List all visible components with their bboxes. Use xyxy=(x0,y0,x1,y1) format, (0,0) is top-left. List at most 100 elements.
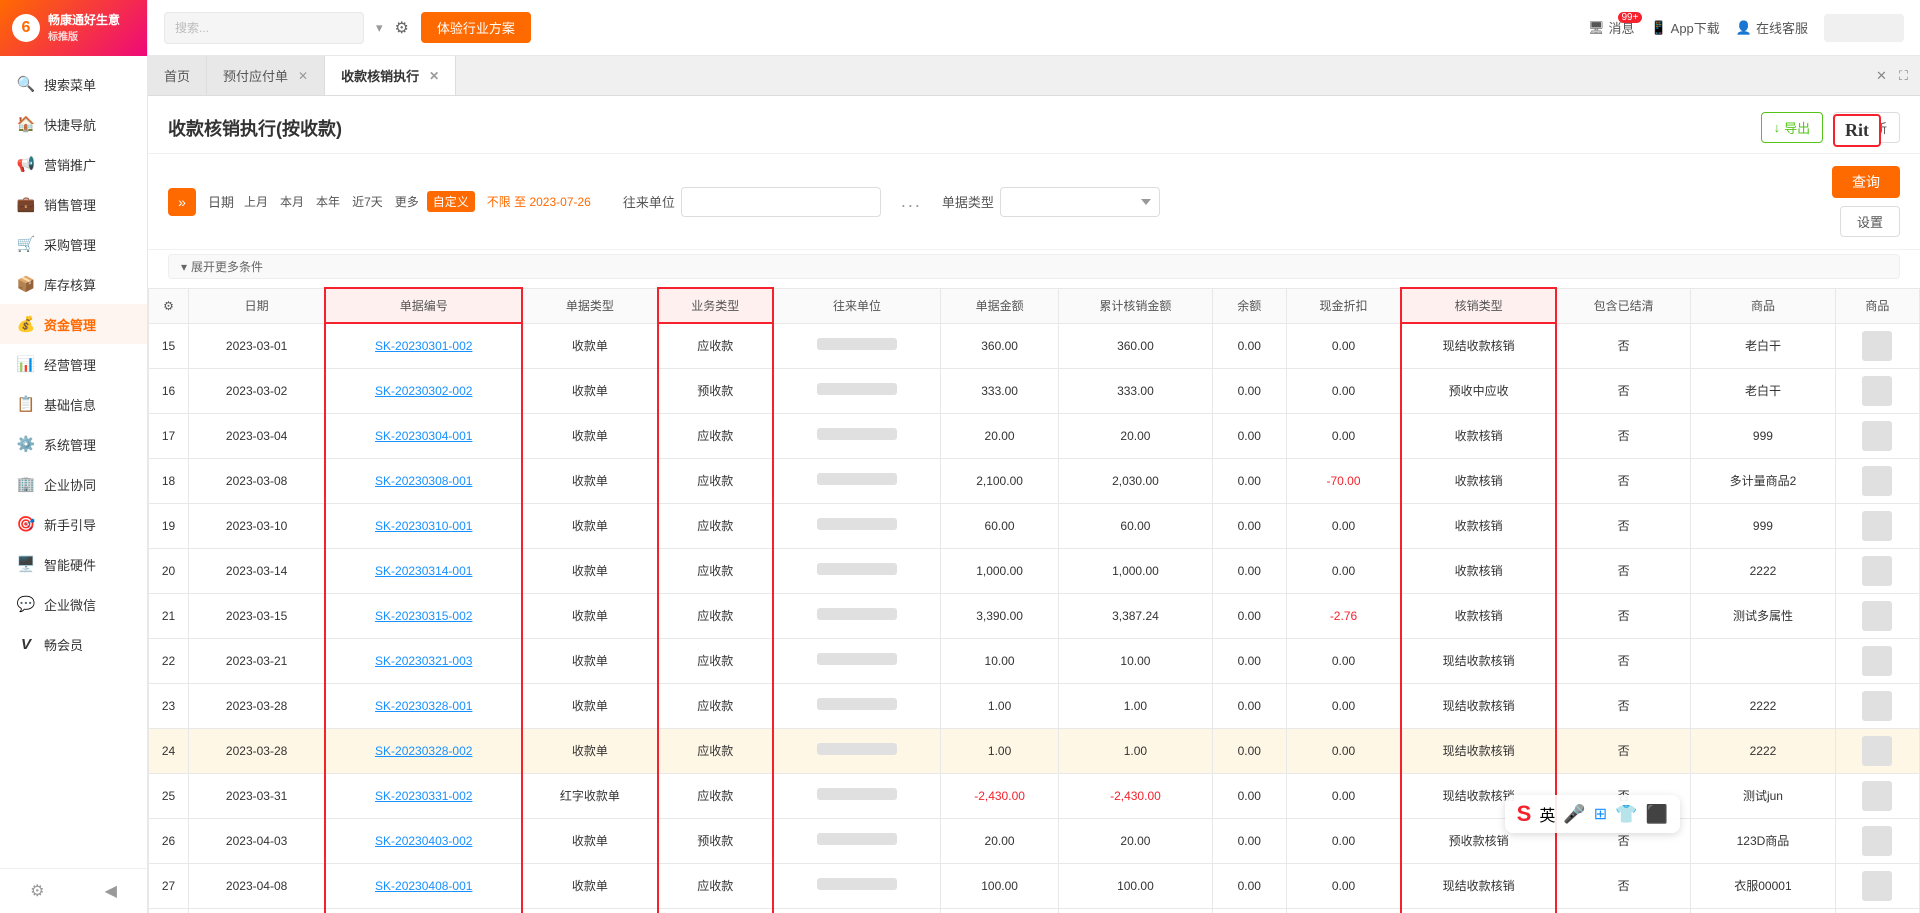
prepay-tab-label: 预付应付单 xyxy=(223,66,288,85)
bill-no-link[interactable]: SK-20230328-001 xyxy=(375,699,472,713)
th-partner[interactable]: 往来单位 xyxy=(773,288,940,323)
filter-expand-button[interactable]: » xyxy=(168,188,196,216)
td-amount: 20.00 xyxy=(940,818,1058,863)
settings-button[interactable]: 设置 xyxy=(1840,206,1900,237)
sidebar-label-operation: 经营管理 xyxy=(44,355,96,374)
online-service[interactable]: 👤 在线客服 xyxy=(1736,18,1808,37)
query-button[interactable]: 查询 xyxy=(1832,166,1900,198)
settings-bottom-icon[interactable]: ⚙ xyxy=(30,881,44,901)
bill-no-link[interactable]: SK-20230321-003 xyxy=(375,654,472,668)
sidebar-item-finance[interactable]: 💰 资金管理 xyxy=(0,304,147,344)
topbar-search-placeholder: 搜索... xyxy=(175,19,209,36)
th-amount[interactable]: 单据金额 xyxy=(940,288,1058,323)
td-no: 16 xyxy=(149,368,189,413)
sidebar-item-enterprise[interactable]: 🏢 企业协同 xyxy=(0,464,147,504)
td-balance: 0.00 xyxy=(1212,773,1286,818)
filter-action-btns: 查询 设置 xyxy=(1832,166,1900,237)
chevron-down-icon: ▾ xyxy=(181,260,187,274)
table-row: 28 2023-04-18 SK-20230418-001 收款单 应收款 10… xyxy=(149,908,1920,913)
th-cash-discount[interactable]: 现金折扣 xyxy=(1286,288,1401,323)
sidebar-item-hardware[interactable]: 🖥️ 智能硬件 xyxy=(0,544,147,584)
td-no: 23 xyxy=(149,683,189,728)
bill-no-link[interactable]: SK-20230310-001 xyxy=(375,519,472,533)
solution-button[interactable]: 体验行业方案 xyxy=(421,12,531,43)
bill-no-link[interactable]: SK-20230331-002 xyxy=(375,789,472,803)
bill-no-link[interactable]: SK-20230403-002 xyxy=(375,834,472,848)
this-month-btn[interactable]: 本月 xyxy=(276,191,308,212)
td-bill-type: 红字收款单 xyxy=(522,773,657,818)
td-no: 27 xyxy=(149,863,189,908)
gear-icon[interactable]: ⚙ xyxy=(395,18,409,38)
sidebar-item-base[interactable]: 📋 基础信息 xyxy=(0,384,147,424)
td-cum-cancel: 60.00 xyxy=(1059,503,1212,548)
td-cash-discount: 0.00 xyxy=(1286,908,1401,913)
bill-no-link[interactable]: SK-20230408-001 xyxy=(375,879,472,893)
this-year-btn[interactable]: 本年 xyxy=(312,191,344,212)
sidebar-item-search[interactable]: 🔍 搜索菜单 xyxy=(0,64,147,104)
th-product2[interactable]: 商品 xyxy=(1835,288,1919,323)
sidebar-item-system[interactable]: ⚙️ 系统管理 xyxy=(0,424,147,464)
sidebar-item-marketing[interactable]: 📢 营销推广 xyxy=(0,144,147,184)
sidebar-item-wechat[interactable]: 💬 企业微信 xyxy=(0,584,147,624)
sidebar-item-guide[interactable]: 🎯 新手引导 xyxy=(0,504,147,544)
sidebar-item-purchase[interactable]: 🛒 采购管理 xyxy=(0,224,147,264)
bill-no-link[interactable]: SK-20230314-001 xyxy=(375,564,472,578)
collapse-icon[interactable]: ◀ xyxy=(105,881,117,901)
dropdown-arrow-icon[interactable]: ▾ xyxy=(376,20,383,36)
prepay-tab-close-icon[interactable]: ✕ xyxy=(298,69,308,83)
collect-tab-close-icon[interactable]: ✕ xyxy=(429,69,439,83)
sidebar-label-finance: 资金管理 xyxy=(44,315,96,334)
th-product[interactable]: 商品 xyxy=(1691,288,1836,323)
last-month-btn[interactable]: 上月 xyxy=(240,191,272,212)
inventory-icon: 📦 xyxy=(16,274,36,294)
tab-home[interactable]: 首页 xyxy=(148,56,207,95)
app-download[interactable]: 📱 App下载 xyxy=(1650,18,1719,37)
bill-no-link[interactable]: SK-20230304-001 xyxy=(375,429,472,443)
th-biz-type[interactable]: 业务类型 xyxy=(658,288,773,323)
td-cancel-type: 现结收款核销 xyxy=(1401,863,1556,908)
close-tab-icon[interactable]: ✕ xyxy=(1876,68,1887,84)
td-partner xyxy=(773,368,940,413)
sidebar-item-shortcut[interactable]: 🏠 快捷导航 xyxy=(0,104,147,144)
bill-no-link[interactable]: SK-20230328-002 xyxy=(375,744,472,758)
th-bill-no[interactable]: 单据编号 xyxy=(325,288,522,323)
td-cash-discount: 0.00 xyxy=(1286,818,1401,863)
td-product2 xyxy=(1835,908,1919,913)
watermark-app-icon: ⬛ xyxy=(1646,804,1668,825)
tab-collect[interactable]: 收款核销执行 ✕ xyxy=(325,56,456,95)
expand-more-button[interactable]: ▾ 展开更多条件 xyxy=(168,254,1900,279)
topbar-search[interactable]: 搜索... xyxy=(164,12,364,44)
more-date-btn[interactable]: 更多 xyxy=(391,191,423,212)
sidebar-bottom: ⚙ ◀ xyxy=(0,868,147,913)
partner-input[interactable] xyxy=(681,187,881,217)
td-product2 xyxy=(1835,773,1919,818)
voucher-type-select[interactable] xyxy=(1000,187,1160,217)
th-include-settled[interactable]: 包含已结清 xyxy=(1556,288,1690,323)
maximize-icon[interactable]: ⛶ xyxy=(1899,68,1908,84)
user-avatar-area[interactable] xyxy=(1824,14,1904,42)
bill-no-link[interactable]: SK-20230308-001 xyxy=(375,474,472,488)
td-amount: 1.00 xyxy=(940,728,1058,773)
sidebar-item-inventory[interactable]: 📦 库存核算 xyxy=(0,264,147,304)
td-date: 2023-04-08 xyxy=(189,863,326,908)
th-settings[interactable]: ⚙ xyxy=(149,288,189,323)
sidebar-item-sales[interactable]: 💼 销售管理 xyxy=(0,184,147,224)
tab-prepay[interactable]: 预付应付单 ✕ xyxy=(207,56,325,95)
th-balance[interactable]: 余额 xyxy=(1212,288,1286,323)
th-date[interactable]: 日期 xyxy=(189,288,326,323)
th-bill-type[interactable]: 单据类型 xyxy=(522,288,657,323)
last-7days-btn[interactable]: 近7天 xyxy=(348,191,387,212)
messages-badge[interactable]: 🖥 消息 99+ xyxy=(1588,18,1635,37)
bill-no-link[interactable]: SK-20230301-002 xyxy=(375,339,472,353)
export-button[interactable]: ↓ 导出 xyxy=(1761,112,1824,143)
td-product: 2222 xyxy=(1691,728,1836,773)
th-cancel-type[interactable]: 核销类型 xyxy=(1401,288,1556,323)
custom-date-btn[interactable]: 自定义 xyxy=(427,191,475,212)
td-cash-discount: 0.00 xyxy=(1286,863,1401,908)
td-include-settled: 否 xyxy=(1556,368,1690,413)
bill-no-link[interactable]: SK-20230302-002 xyxy=(375,384,472,398)
bill-no-link[interactable]: SK-20230315-002 xyxy=(375,609,472,623)
th-cum-cancel[interactable]: 累计核销金额 xyxy=(1059,288,1212,323)
sidebar-item-operation[interactable]: 📊 经营管理 xyxy=(0,344,147,384)
sidebar-item-member[interactable]: V 畅会员 xyxy=(0,624,147,664)
